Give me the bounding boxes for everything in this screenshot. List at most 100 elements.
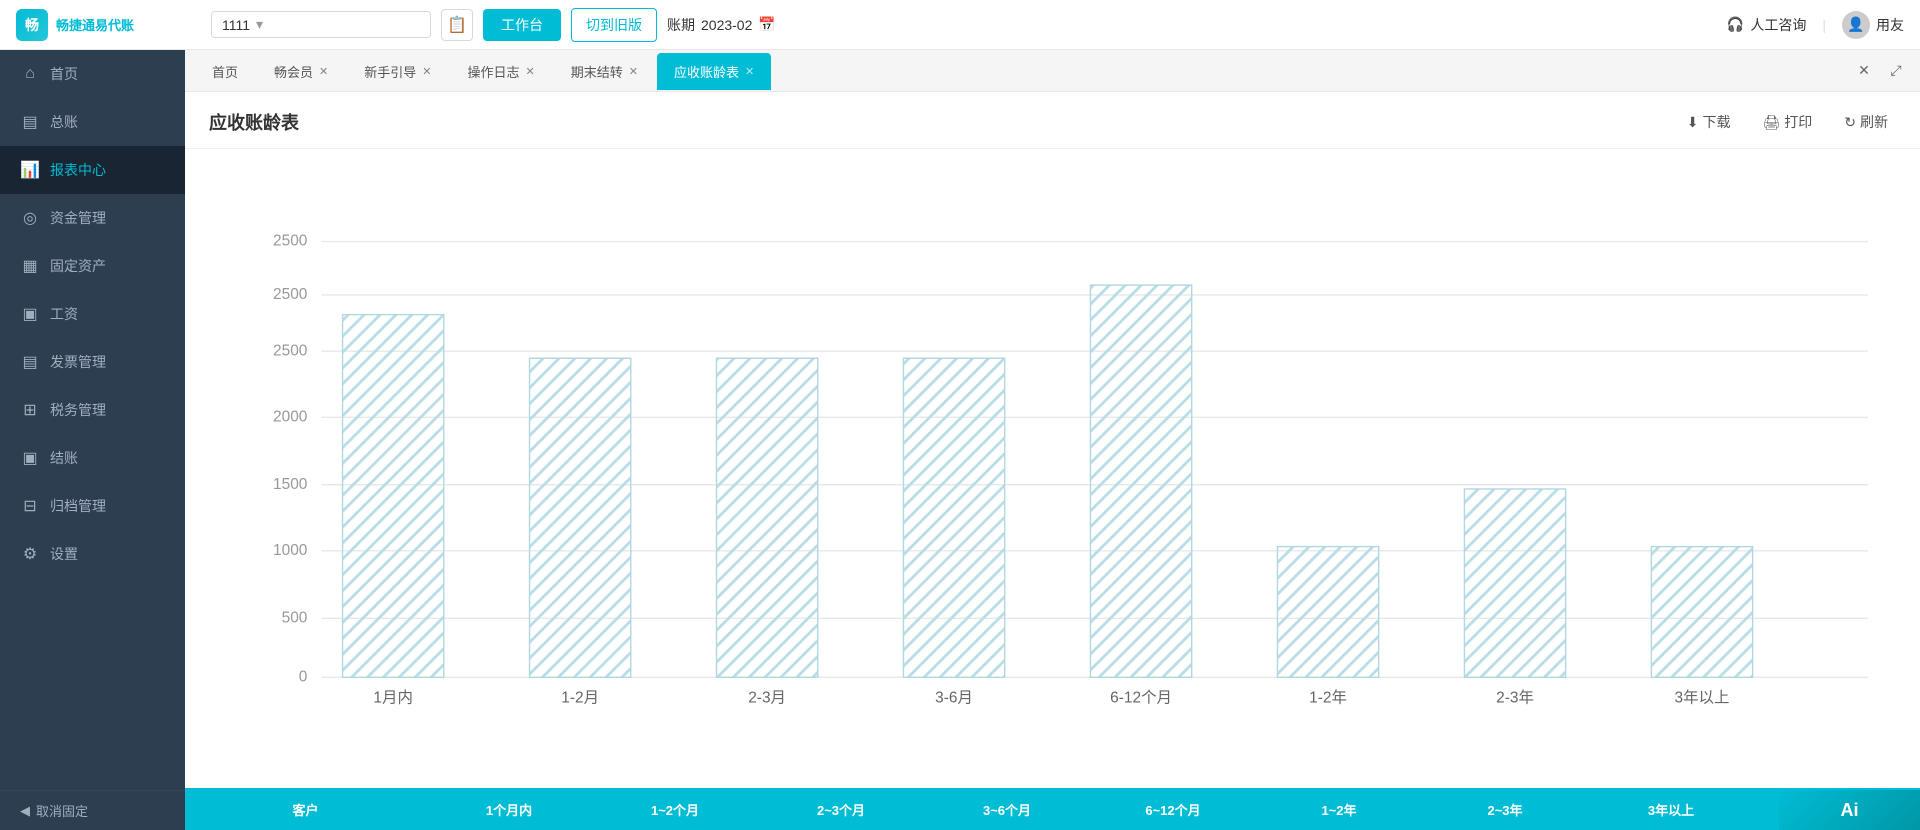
th-2-3month: 2~3个月 [758, 800, 924, 819]
page-header: 应收账龄表 ⬇ 下载 🖨 打印 ↻ 刷新 [185, 92, 1920, 149]
sidebar-item-funds[interactable]: ◎ 资金管理 [0, 194, 185, 242]
cancel-pin-button[interactable]: ◀ 取消固定 [0, 790, 185, 830]
close-icon[interactable]: ✕ [422, 65, 431, 78]
tab-oplog[interactable]: 操作日志 ✕ [450, 53, 551, 90]
sidebar-item-archive[interactable]: ⊟ 归档管理 [0, 482, 185, 530]
calendar-icon: 📋 [447, 15, 467, 35]
print-button[interactable]: 🖨 打印 [1754, 108, 1820, 136]
sidebar-item-label: 固定资产 [50, 256, 106, 276]
bar-2-3年 [1464, 489, 1565, 677]
svg-text:3年以上: 3年以上 [1675, 689, 1730, 707]
header-right: 🎧 人工咨询 | 👤 用友 [1727, 11, 1904, 39]
svg-text:1-2年: 1-2年 [1309, 689, 1347, 707]
tab-label: 首页 [212, 62, 238, 81]
tab-home[interactable]: 首页 [195, 53, 255, 90]
tab-yearend[interactable]: 期末结转 ✕ [554, 53, 655, 90]
checkout-icon: ▣ [20, 448, 40, 468]
funds-icon: ◎ [20, 208, 40, 228]
refresh-button[interactable]: ↻ 刷新 [1836, 108, 1896, 136]
sidebar-item-invoice[interactable]: ▤ 发票管理 [0, 338, 185, 386]
bar-2-3月 [717, 358, 818, 677]
tab-label: 期末结转 [571, 62, 623, 81]
tab-member[interactable]: 畅会员 ✕ [257, 53, 345, 90]
settings-icon: ⚙ [20, 544, 40, 564]
bar-3年以上 [1651, 547, 1752, 678]
th-3-6month: 3~6个月 [924, 800, 1090, 819]
bar-3-6月 [903, 358, 1004, 677]
sidebar-item-tax[interactable]: ⊞ 税务管理 [0, 386, 185, 434]
headset-icon: 🎧 [1727, 16, 1744, 33]
refresh-icon: ↻ [1844, 114, 1856, 131]
page-content: 应收账龄表 ⬇ 下载 🖨 打印 ↻ 刷新 [185, 92, 1920, 830]
period-label: 账期 [667, 15, 695, 35]
sidebar-item-reports[interactable]: 📊 报表中心 [0, 146, 185, 194]
download-button[interactable]: ⬇ 下载 [1679, 108, 1739, 136]
close-icon[interactable]: ✕ [526, 65, 535, 78]
company-selector[interactable]: 1111 ▾ [211, 11, 431, 38]
pin-icon: ◀ [20, 803, 30, 819]
invoice-icon: ▤ [20, 352, 40, 372]
download-label: 下载 [1702, 112, 1730, 132]
sidebar-item-settings[interactable]: ⚙ 设置 [0, 530, 185, 578]
expand-tab-button[interactable]: ⤢ [1882, 57, 1910, 85]
svg-text:500: 500 [282, 610, 308, 627]
bar-chart: 2500 2500 2500 2000 1500 1000 500 0 1月内 [209, 159, 1896, 788]
close-tab-button[interactable]: ✕ [1850, 57, 1878, 85]
logo-area: 畅 畅捷通易代账 [16, 9, 201, 41]
chart-container: 2500 2500 2500 2000 1500 1000 500 0 1月内 [185, 149, 1920, 788]
th-3yearplus: 3年以上 [1588, 800, 1754, 819]
print-label: 打印 [1784, 112, 1812, 132]
print-icon: 🖨 [1762, 114, 1780, 131]
sidebar-item-label: 报表中心 [50, 160, 106, 180]
page-title: 应收账龄表 [209, 109, 299, 135]
svg-text:6-12个月: 6-12个月 [1110, 689, 1172, 707]
th-6-12month: 6~12个月 [1090, 800, 1256, 819]
tabs-actions: ✕ ⤢ [1850, 57, 1910, 85]
svg-text:1500: 1500 [273, 476, 307, 493]
bar-1-2月 [530, 358, 631, 677]
svg-text:1-2月: 1-2月 [561, 690, 599, 707]
sidebar-item-label: 总账 [50, 112, 78, 132]
content-area: 首页 畅会员 ✕ 新手引导 ✕ 操作日志 ✕ 期末结转 ✕ 应收账龄表 ✕ [185, 50, 1920, 830]
company-name: 1111 [222, 17, 250, 33]
tab-guide[interactable]: 新手引导 ✕ [347, 53, 448, 90]
svg-text:2500: 2500 [273, 233, 307, 250]
bar-6-12个月 [1090, 285, 1191, 677]
tab-aging[interactable]: 应收账龄表 ✕ [657, 53, 771, 90]
main-layout: ⌂ 首页 ▤ 总账 📊 报表中心 ◎ 资金管理 ▦ 固定资产 ▣ 工资 ▤ 发票… [0, 50, 1920, 830]
th-customer: 客户 [185, 800, 426, 819]
download-icon: ⬇ [1687, 114, 1699, 131]
workbench-button[interactable]: 工作台 [483, 9, 561, 41]
sidebar-item-ledger[interactable]: ▤ 总账 [0, 98, 185, 146]
home-icon: ⌂ [20, 65, 40, 83]
tab-label: 应收账龄表 [674, 62, 739, 81]
sidebar-item-label: 首页 [50, 64, 78, 84]
sidebar-item-label: 结账 [50, 448, 78, 468]
tab-label: 新手引导 [364, 62, 416, 81]
svg-text:1000: 1000 [273, 542, 307, 559]
user-area[interactable]: 👤 用友 [1842, 11, 1904, 39]
sidebar-item-assets[interactable]: ▦ 固定资产 [0, 242, 185, 290]
consult-area[interactable]: 🎧 人工咨询 [1727, 15, 1806, 35]
consult-label: 人工咨询 [1750, 15, 1806, 35]
top-header: 畅 畅捷通易代账 1111 ▾ 📋 工作台 切到旧版 账期 2023-02 📅 … [0, 0, 1920, 50]
calendar-icon-small[interactable]: 📅 [758, 16, 775, 33]
close-icon[interactable]: ✕ [319, 65, 328, 78]
sidebar-item-home[interactable]: ⌂ 首页 [0, 50, 185, 98]
calendar-button[interactable]: 📋 [441, 9, 473, 41]
ai-label: Ai [1841, 800, 1859, 821]
sidebar-item-salary[interactable]: ▣ 工资 [0, 290, 185, 338]
sidebar-item-label: 发票管理 [50, 352, 106, 372]
sidebar-item-checkout[interactable]: ▣ 结账 [0, 434, 185, 482]
svg-text:0: 0 [299, 669, 308, 686]
ai-badge[interactable]: Ai [1779, 790, 1920, 830]
close-icon[interactable]: ✕ [629, 65, 638, 78]
archive-icon: ⊟ [20, 496, 40, 516]
sidebar-item-label: 资金管理 [50, 208, 106, 228]
close-icon[interactable]: ✕ [745, 65, 754, 78]
svg-text:2-3年: 2-3年 [1496, 689, 1534, 707]
switch-version-button[interactable]: 切到旧版 [571, 8, 657, 42]
reports-icon: 📊 [20, 160, 40, 180]
refresh-label: 刷新 [1860, 112, 1888, 132]
tab-label: 畅会员 [274, 62, 313, 81]
